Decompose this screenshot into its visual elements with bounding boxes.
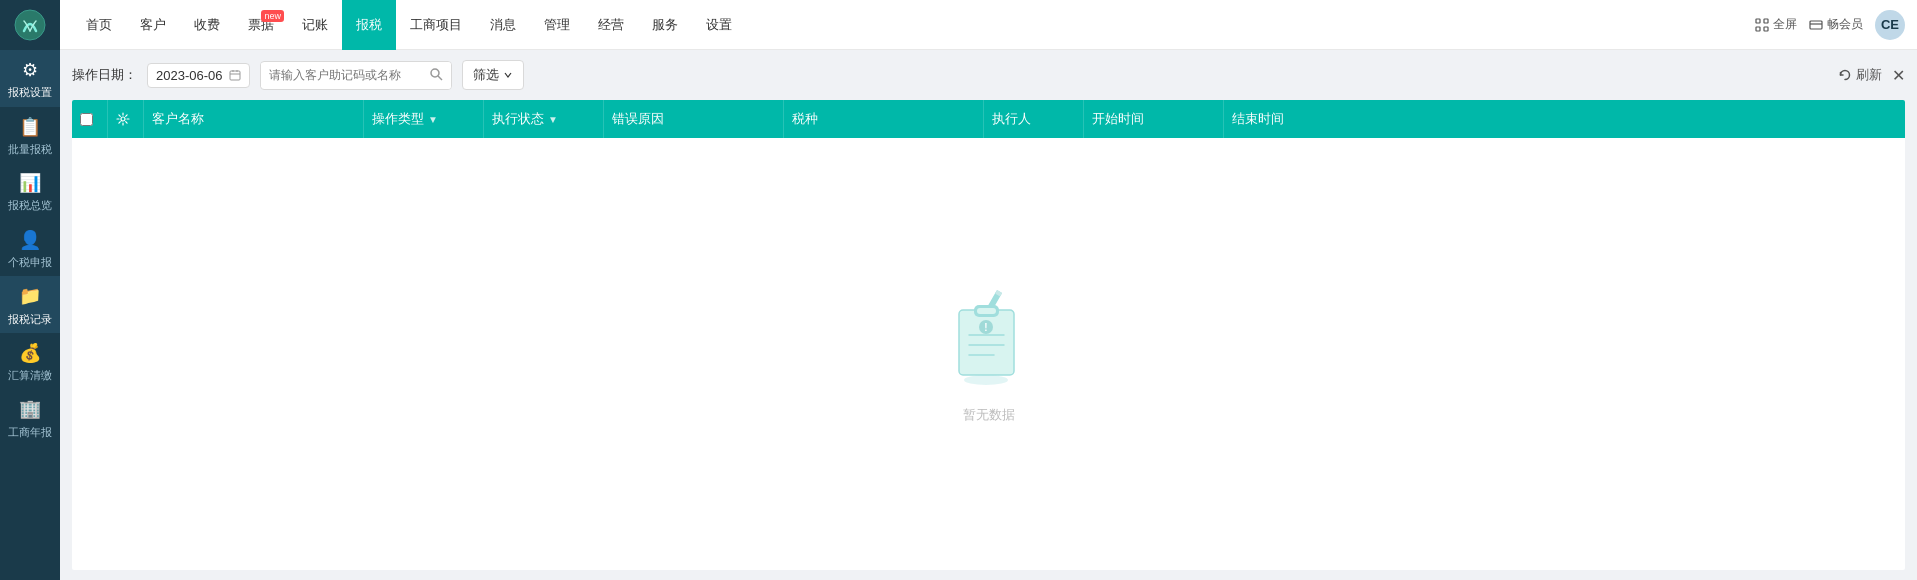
nav-industrial[interactable]: 工商项目 [396, 0, 476, 50]
nav-service[interactable]: 服务 [638, 0, 692, 50]
content: 操作日期： 2023-06-06 [60, 50, 1917, 580]
svg-text:!: ! [984, 322, 987, 333]
fullscreen-button[interactable]: 全屏 [1755, 16, 1797, 33]
new-badge: new [261, 10, 284, 23]
sidebar-item-annual-report[interactable]: 🏢 工商年报 [0, 389, 60, 446]
th-checkbox[interactable] [72, 100, 108, 138]
sidebar-item-tax-record-label: 报税记录 [8, 312, 52, 327]
toolbar-right: 刷新 ✕ [1838, 66, 1905, 85]
tax-summary-icon: 📊 [19, 171, 41, 196]
svg-rect-4 [1764, 27, 1768, 31]
th-customer-name: 客户名称 [144, 100, 364, 138]
sidebar-item-batch-tax-label: 批量报税 [8, 142, 52, 157]
sort-icon-operation: ▼ [428, 114, 438, 125]
svg-rect-3 [1756, 27, 1760, 31]
chevron-down-icon [503, 70, 513, 80]
nav-invoice[interactable]: 票据 new [234, 0, 288, 50]
sidebar-item-tax-record[interactable]: 📁 报税记录 [0, 276, 60, 333]
sidebar-item-tax-summary-label: 报税总览 [8, 198, 52, 213]
sidebar-item-tax-settings[interactable]: ⚙ 报税设置 [0, 50, 60, 107]
main-area: 首页 客户 收费 票据 new 记账 报税 工商项目 消息 [60, 0, 1917, 580]
nav-tax[interactable]: 报税 [342, 0, 396, 50]
sidebar: ⚙ 报税设置 📋 批量报税 📊 报税总览 👤 个税申报 📁 报税记录 💰 汇算清… [0, 0, 60, 580]
svg-rect-7 [230, 71, 240, 80]
svg-point-25 [964, 375, 1008, 385]
member-icon [1809, 18, 1823, 32]
table-body: ! 暂无数据 [72, 138, 1905, 570]
sidebar-item-personal-tax-label: 个税申报 [8, 255, 52, 270]
calendar-icon [229, 69, 241, 81]
close-button[interactable]: ✕ [1892, 66, 1905, 85]
settings-icon [116, 112, 130, 126]
nav-message[interactable]: 消息 [476, 0, 530, 50]
filter-label: 筛选 [473, 66, 499, 84]
member-button[interactable]: 畅会员 [1809, 16, 1863, 33]
navbar-right: 全屏 畅会员 CE [1755, 10, 1905, 40]
svg-line-12 [438, 76, 442, 80]
svg-point-11 [431, 69, 439, 77]
avatar-text: CE [1881, 17, 1899, 32]
sidebar-logo [0, 0, 60, 50]
sidebar-item-batch-tax[interactable]: 📋 批量报税 [0, 107, 60, 164]
nav-customer[interactable]: 客户 [126, 0, 180, 50]
sort-icon-status: ▼ [548, 114, 558, 125]
search-icon [429, 67, 443, 81]
th-tax-type: 税种 [784, 100, 984, 138]
search-input[interactable] [261, 63, 421, 87]
sidebar-item-personal-tax[interactable]: 👤 个税申报 [0, 220, 60, 277]
nav-items: 首页 客户 收费 票据 new 记账 报税 工商项目 消息 [72, 0, 1755, 50]
th-settings[interactable] [108, 100, 144, 138]
svg-rect-2 [1764, 19, 1768, 23]
th-error-reason: 错误原因 [604, 100, 784, 138]
nav-collection[interactable]: 收费 [180, 0, 234, 50]
table-wrapper: 客户名称 操作类型 ▼ 执行状态 ▼ 错误原因 税种 执行人 [72, 100, 1905, 570]
filter-button[interactable]: 筛选 [462, 60, 524, 90]
refresh-icon [1838, 68, 1852, 82]
batch-tax-icon: 📋 [19, 115, 41, 140]
sidebar-item-tax-summary[interactable]: 📊 报税总览 [0, 163, 60, 220]
th-start-time: 开始时间 [1084, 100, 1224, 138]
nav-home[interactable]: 首页 [72, 0, 126, 50]
th-end-time: 结束时间 [1224, 100, 1364, 138]
th-executor: 执行人 [984, 100, 1084, 138]
navbar: 首页 客户 收费 票据 new 记账 报税 工商项目 消息 [60, 0, 1917, 50]
svg-rect-17 [959, 310, 1014, 375]
empty-svg: ! [939, 285, 1039, 395]
tax-record-icon: 📁 [19, 284, 41, 309]
sidebar-item-calc-pay[interactable]: 💰 汇算清缴 [0, 333, 60, 390]
nav-account[interactable]: 记账 [288, 0, 342, 50]
svg-rect-1 [1756, 19, 1760, 23]
select-all-checkbox[interactable] [80, 113, 93, 126]
tax-settings-icon: ⚙ [22, 58, 38, 83]
date-picker[interactable]: 2023-06-06 [147, 63, 250, 88]
member-label: 畅会员 [1827, 16, 1863, 33]
sidebar-item-annual-report-label: 工商年报 [8, 425, 52, 440]
svg-rect-19 [977, 308, 996, 314]
search-button[interactable] [421, 62, 451, 89]
svg-rect-5 [1810, 21, 1822, 29]
date-label: 操作日期： [72, 66, 137, 84]
sidebar-item-tax-settings-label: 报税设置 [8, 85, 52, 100]
nav-operation[interactable]: 经营 [584, 0, 638, 50]
calc-pay-icon: 💰 [19, 341, 41, 366]
annual-report-icon: 🏢 [19, 397, 41, 422]
th-exec-status[interactable]: 执行状态 ▼ [484, 100, 604, 138]
nav-settings[interactable]: 设置 [692, 0, 746, 50]
refresh-label: 刷新 [1856, 66, 1882, 84]
sidebar-item-calc-pay-label: 汇算清缴 [8, 368, 52, 383]
fullscreen-icon [1755, 18, 1769, 32]
table-header: 客户名称 操作类型 ▼ 执行状态 ▼ 错误原因 税种 执行人 [72, 100, 1905, 138]
empty-illustration: ! [939, 285, 1039, 398]
avatar[interactable]: CE [1875, 10, 1905, 40]
refresh-button[interactable]: 刷新 [1838, 66, 1882, 84]
date-value: 2023-06-06 [156, 68, 223, 83]
personal-tax-icon: 👤 [19, 228, 41, 253]
th-operation-type[interactable]: 操作类型 ▼ [364, 100, 484, 138]
fullscreen-label: 全屏 [1773, 16, 1797, 33]
svg-point-13 [121, 117, 125, 121]
nav-management[interactable]: 管理 [530, 0, 584, 50]
empty-text: 暂无数据 [963, 406, 1015, 424]
toolbar: 操作日期： 2023-06-06 [72, 60, 1905, 90]
search-box [260, 61, 452, 90]
